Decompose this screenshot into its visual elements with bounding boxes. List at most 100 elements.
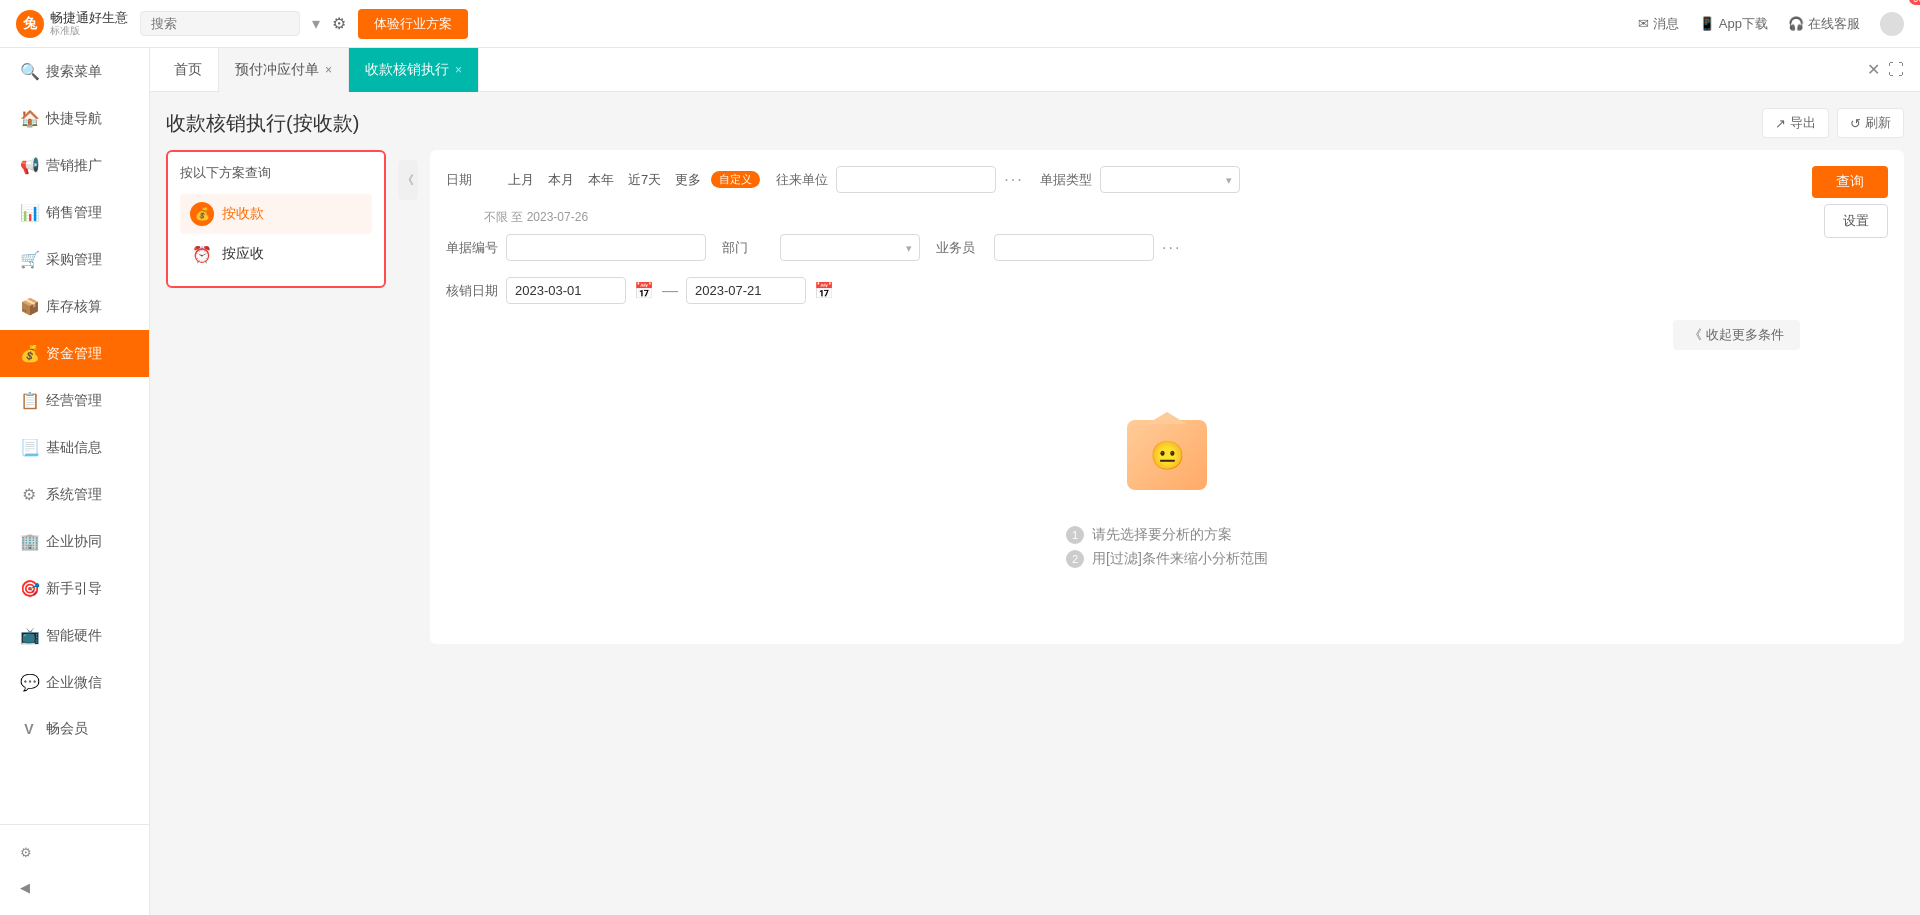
purchase-icon: 🛒 [20, 250, 38, 269]
dropdown-icon[interactable]: ▾ [312, 14, 320, 33]
sidebar-item-finance[interactable]: 💰 资金管理 [0, 330, 149, 377]
export-button[interactable]: ↗ 导出 [1762, 108, 1829, 138]
tab-receipt-cancel[interactable]: 收款核销执行 × [349, 48, 479, 92]
basic-icon: 📃 [20, 438, 38, 457]
filter-option-by-receipt[interactable]: 💰 按收款 [180, 194, 372, 234]
doc-no-field: 单据编号 [446, 234, 706, 261]
online-service-button[interactable]: 🎧 在线客服 [1788, 15, 1860, 33]
topbar-settings-icon[interactable]: ⚙ [332, 14, 346, 33]
collapse-more-button[interactable]: 《 收起更多条件 [1673, 320, 1800, 350]
wechat-icon: 💬 [20, 673, 38, 692]
refresh-button[interactable]: ↺ 刷新 [1837, 108, 1904, 138]
staff-input[interactable] [994, 234, 1154, 261]
date-this-month[interactable]: 本月 [544, 169, 578, 191]
doc-type-label: 单据类型 [1040, 171, 1092, 189]
cancel-date-start[interactable] [506, 277, 626, 304]
tab-prepay[interactable]: 预付冲应付单 × [219, 48, 349, 92]
by-receipt-label: 按收款 [222, 205, 264, 223]
sidebar-item-member[interactable]: V 畅会员 [0, 706, 149, 752]
tip-1-text: 请先选择要分析的方案 [1092, 526, 1232, 544]
messages-button[interactable]: ✉ 消息 99+ [1638, 15, 1679, 33]
sidebar-item-hardware[interactable]: 📺 智能硬件 [0, 612, 149, 659]
cancel-date-end[interactable] [686, 277, 806, 304]
query-button[interactable]: 查询 [1812, 166, 1888, 198]
by-receivable-label: 按应收 [222, 245, 264, 263]
sidebar-item-basic[interactable]: 📃 基础信息 [0, 424, 149, 471]
sidebar-item-search[interactable]: 🔍 搜索菜单 [0, 48, 149, 95]
dept-select-wrapper[interactable] [780, 234, 920, 261]
by-receivable-icon: ⏰ [190, 242, 214, 266]
date-last-month[interactable]: 上月 [504, 169, 538, 191]
dept-select[interactable] [780, 234, 920, 261]
tab-prepay-label: 预付冲应付单 [235, 61, 319, 79]
tip-1-num: 1 [1066, 526, 1084, 544]
hardware-icon: 📺 [20, 626, 38, 645]
sidebar-item-wechat[interactable]: 💬 企业微信 [0, 659, 149, 706]
filter-option-by-receivable[interactable]: ⏰ 按应收 [180, 234, 372, 274]
collapse-icon: ◀ [20, 880, 30, 895]
counterparty-dots[interactable]: ··· [1004, 171, 1023, 189]
sidebar-item-guide[interactable]: 🎯 新手引导 [0, 565, 149, 612]
staff-dots[interactable]: ··· [1162, 239, 1181, 257]
sidebar-item-quick-nav[interactable]: 🏠 快捷导航 [0, 95, 149, 142]
tab-receipt-cancel-close[interactable]: × [455, 63, 462, 77]
sidebar-label-system: 系统管理 [46, 486, 102, 504]
doc-type-select-wrapper[interactable] [1100, 166, 1240, 193]
tab-receipt-cancel-label: 收款核销执行 [365, 61, 449, 79]
export-icon: ↗ [1775, 116, 1786, 131]
date-this-year[interactable]: 本年 [584, 169, 618, 191]
date-shortcuts: 上月 本月 本年 近7天 更多 自定义 [504, 169, 760, 191]
department-field: 部门 [722, 234, 920, 261]
sidebar-label-enterprise: 企业协同 [46, 533, 102, 551]
counterparty-input[interactable] [836, 166, 996, 193]
tip-2-num: 2 [1066, 550, 1084, 568]
collapse-more-label: 收起更多条件 [1706, 326, 1784, 344]
search-input[interactable] [140, 11, 300, 36]
message-icon: ✉ [1638, 16, 1649, 31]
user-avatar[interactable] [1880, 12, 1904, 36]
date-last-7days[interactable]: 近7天 [624, 169, 665, 191]
sidebar-item-system[interactable]: ⚙ 系统管理 [0, 471, 149, 518]
sidebar-settings-button[interactable]: ⚙ [0, 835, 149, 870]
filter-panel: 按以下方案查询 💰 按收款 ⏰ 按应收 [166, 150, 386, 288]
solution-button[interactable]: 体验行业方案 [358, 9, 468, 39]
tab-prepay-close[interactable]: × [325, 63, 332, 77]
tab-home[interactable]: 首页 [158, 48, 219, 92]
sidebar-label-hardware: 智能硬件 [46, 627, 102, 645]
doc-type-select[interactable] [1100, 166, 1240, 193]
sidebar-item-purchase[interactable]: 🛒 采购管理 [0, 236, 149, 283]
empty-image: 😐 [1117, 410, 1217, 510]
sidebar-item-business[interactable]: 📋 经营管理 [0, 377, 149, 424]
calendar-start-icon[interactable]: 📅 [634, 281, 654, 300]
staff-field: 业务员 ··· [936, 234, 1181, 261]
service-label: 在线客服 [1808, 15, 1860, 33]
cancel-date-label: 核销日期 [446, 282, 498, 300]
calendar-end-icon[interactable]: 📅 [814, 281, 834, 300]
date-custom-badge[interactable]: 自定义 [711, 171, 760, 188]
empty-box-visual: 😐 [1127, 420, 1207, 490]
sidebar-item-inventory[interactable]: 📦 库存核算 [0, 283, 149, 330]
settings-query-button[interactable]: 设置 [1824, 204, 1888, 238]
sidebar-label-purchase: 采购管理 [46, 251, 102, 269]
sidebar-collapse-button[interactable]: ◀ [0, 870, 149, 905]
date-range-note: 不限 至 2023-07-26 [484, 209, 1800, 226]
sidebar-collapse-filter-button[interactable]: 《 [398, 160, 418, 200]
guide-icon: 🎯 [20, 579, 38, 598]
tab-close-all-button[interactable]: ✕ [1867, 60, 1880, 79]
sidebar-item-sales[interactable]: 📊 销售管理 [0, 189, 149, 236]
doc-no-input[interactable] [506, 234, 706, 261]
app-badge: 标准版 [50, 25, 128, 37]
tab-maximize-button[interactable]: ⛶ [1888, 61, 1904, 79]
settings-bottom-icon: ⚙ [20, 845, 32, 860]
sidebar-label-marketing: 营销推广 [46, 157, 102, 175]
query-form: 日期 上月 本月 本年 近7天 更多 自定义 [430, 150, 1904, 644]
inventory-icon: 📦 [20, 297, 38, 316]
search-icon: 🔍 [20, 62, 38, 81]
refresh-label: 刷新 [1865, 114, 1891, 132]
app-download-button[interactable]: 📱 App下载 [1699, 15, 1768, 33]
service-icon: 🎧 [1788, 16, 1804, 31]
sidebar-item-marketing[interactable]: 📢 营销推广 [0, 142, 149, 189]
app-name: 畅捷通好生意 [50, 10, 128, 26]
date-more[interactable]: 更多 [671, 169, 705, 191]
sidebar-item-enterprise[interactable]: 🏢 企业协同 [0, 518, 149, 565]
